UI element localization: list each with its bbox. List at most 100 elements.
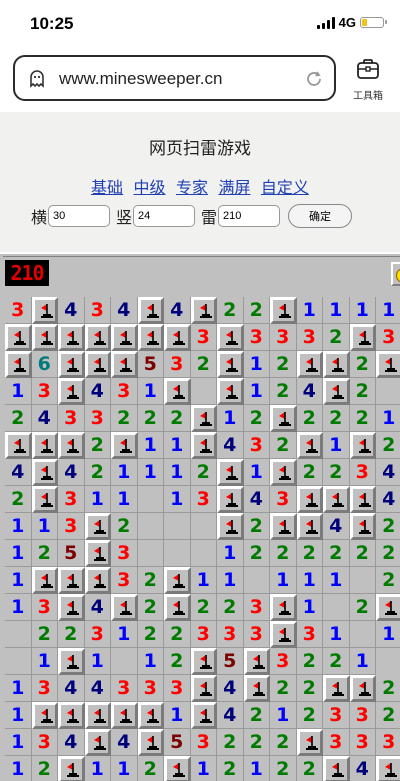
number-cell[interactable]: 3 bbox=[58, 513, 85, 540]
number-cell[interactable]: 2 bbox=[270, 351, 297, 378]
number-cell[interactable]: 4 bbox=[84, 594, 111, 621]
flagged-cell[interactable] bbox=[217, 486, 244, 513]
flagged-cell[interactable] bbox=[217, 513, 244, 540]
number-cell[interactable]: 1 bbox=[31, 513, 58, 540]
flagged-cell[interactable] bbox=[296, 432, 323, 459]
number-cell[interactable]: 2 bbox=[296, 675, 323, 702]
number-cell[interactable]: 2 bbox=[349, 378, 376, 405]
number-cell[interactable]: 4 bbox=[296, 378, 323, 405]
number-cell[interactable]: 2 bbox=[270, 675, 297, 702]
number-cell[interactable]: 2 bbox=[137, 594, 164, 621]
reset-button[interactable] bbox=[391, 262, 400, 286]
flagged-cell[interactable] bbox=[190, 432, 217, 459]
empty-cell[interactable] bbox=[376, 378, 400, 405]
mode-link-intermediate[interactable]: 中级 bbox=[134, 180, 166, 197]
flagged-cell[interactable] bbox=[164, 567, 191, 594]
number-cell[interactable]: 3 bbox=[270, 648, 297, 675]
mines-input[interactable] bbox=[218, 205, 281, 227]
flagged-cell[interactable] bbox=[190, 648, 217, 675]
flagged-cell[interactable] bbox=[349, 432, 376, 459]
flagged-cell[interactable] bbox=[58, 702, 85, 729]
number-cell[interactable]: 1 bbox=[243, 378, 270, 405]
number-cell[interactable]: 3 bbox=[243, 621, 270, 648]
flagged-cell[interactable] bbox=[217, 378, 244, 405]
number-cell[interactable]: 5 bbox=[217, 648, 244, 675]
number-cell[interactable]: 3 bbox=[270, 486, 297, 513]
number-cell[interactable]: 2 bbox=[323, 459, 350, 486]
number-cell[interactable]: 2 bbox=[190, 459, 217, 486]
number-cell[interactable]: 2 bbox=[323, 648, 350, 675]
number-cell[interactable]: 1 bbox=[323, 432, 350, 459]
number-cell[interactable]: 2 bbox=[296, 459, 323, 486]
number-cell[interactable]: 1 bbox=[270, 702, 297, 729]
flagged-cell[interactable] bbox=[376, 351, 400, 378]
flagged-cell[interactable] bbox=[164, 378, 191, 405]
number-cell[interactable]: 3 bbox=[111, 675, 138, 702]
flagged-cell[interactable] bbox=[84, 702, 111, 729]
flagged-cell[interactable] bbox=[323, 486, 350, 513]
flagged-cell[interactable] bbox=[111, 324, 138, 351]
flagged-cell[interactable] bbox=[111, 432, 138, 459]
flagged-cell[interactable] bbox=[5, 324, 32, 351]
number-cell[interactable]: 3 bbox=[376, 324, 400, 351]
number-cell[interactable]: 2 bbox=[270, 756, 297, 781]
number-cell[interactable]: 2 bbox=[243, 513, 270, 540]
number-cell[interactable]: 1 bbox=[5, 540, 32, 567]
number-cell[interactable]: 1 bbox=[31, 648, 58, 675]
number-cell[interactable]: 3 bbox=[296, 324, 323, 351]
number-cell[interactable]: 3 bbox=[349, 729, 376, 756]
number-cell[interactable]: 2 bbox=[296, 540, 323, 567]
flagged-cell[interactable] bbox=[137, 729, 164, 756]
flagged-cell[interactable] bbox=[349, 486, 376, 513]
mine-board[interactable]: 3434422111133332365321221134311242224332… bbox=[5, 297, 400, 781]
number-cell[interactable]: 4 bbox=[217, 432, 244, 459]
number-cell[interactable]: 1 bbox=[111, 756, 138, 781]
flagged-cell[interactable] bbox=[217, 351, 244, 378]
number-cell[interactable]: 3 bbox=[164, 351, 191, 378]
number-cell[interactable]: 1 bbox=[111, 621, 138, 648]
number-cell[interactable]: 4 bbox=[111, 297, 138, 324]
flagged-cell[interactable] bbox=[296, 486, 323, 513]
number-cell[interactable]: 1 bbox=[5, 513, 32, 540]
flagged-cell[interactable] bbox=[296, 513, 323, 540]
flagged-cell[interactable] bbox=[323, 675, 350, 702]
number-cell[interactable]: 1 bbox=[296, 567, 323, 594]
number-cell[interactable]: 4 bbox=[5, 459, 32, 486]
number-cell[interactable]: 3 bbox=[349, 459, 376, 486]
flagged-cell[interactable] bbox=[5, 351, 32, 378]
empty-cell[interactable] bbox=[164, 513, 191, 540]
number-cell[interactable]: 2 bbox=[217, 594, 244, 621]
confirm-button[interactable]: 确定 bbox=[288, 204, 353, 228]
number-cell[interactable]: 3 bbox=[58, 405, 85, 432]
mode-link-fullscreen[interactable]: 满屏 bbox=[218, 180, 250, 197]
flagged-cell[interactable] bbox=[164, 594, 191, 621]
number-cell[interactable]: 1 bbox=[5, 594, 32, 621]
number-cell[interactable]: 2 bbox=[296, 648, 323, 675]
empty-cell[interactable] bbox=[137, 513, 164, 540]
number-cell[interactable]: 4 bbox=[164, 297, 191, 324]
number-cell[interactable]: 1 bbox=[164, 702, 191, 729]
flagged-cell[interactable] bbox=[84, 567, 111, 594]
number-cell[interactable]: 2 bbox=[296, 702, 323, 729]
number-cell[interactable]: 1 bbox=[5, 378, 32, 405]
number-cell[interactable]: 1 bbox=[217, 567, 244, 594]
number-cell[interactable]: 1 bbox=[190, 567, 217, 594]
number-cell[interactable]: 2 bbox=[164, 621, 191, 648]
number-cell[interactable]: 3 bbox=[31, 378, 58, 405]
flagged-cell[interactable] bbox=[58, 351, 85, 378]
number-cell[interactable]: 3 bbox=[111, 540, 138, 567]
empty-cell[interactable] bbox=[5, 648, 32, 675]
number-cell[interactable]: 4 bbox=[217, 675, 244, 702]
number-cell[interactable]: 2 bbox=[84, 459, 111, 486]
number-cell[interactable]: 2 bbox=[243, 540, 270, 567]
toolbox-button[interactable]: 工具箱 bbox=[348, 58, 388, 108]
flagged-cell[interactable] bbox=[58, 648, 85, 675]
number-cell[interactable]: 3 bbox=[243, 432, 270, 459]
number-cell[interactable]: 1 bbox=[111, 486, 138, 513]
number-cell[interactable]: 4 bbox=[323, 513, 350, 540]
number-cell[interactable]: 1 bbox=[243, 459, 270, 486]
number-cell[interactable]: 5 bbox=[58, 540, 85, 567]
number-cell[interactable]: 1 bbox=[349, 297, 376, 324]
number-cell[interactable]: 2 bbox=[217, 729, 244, 756]
number-cell[interactable]: 2 bbox=[243, 405, 270, 432]
